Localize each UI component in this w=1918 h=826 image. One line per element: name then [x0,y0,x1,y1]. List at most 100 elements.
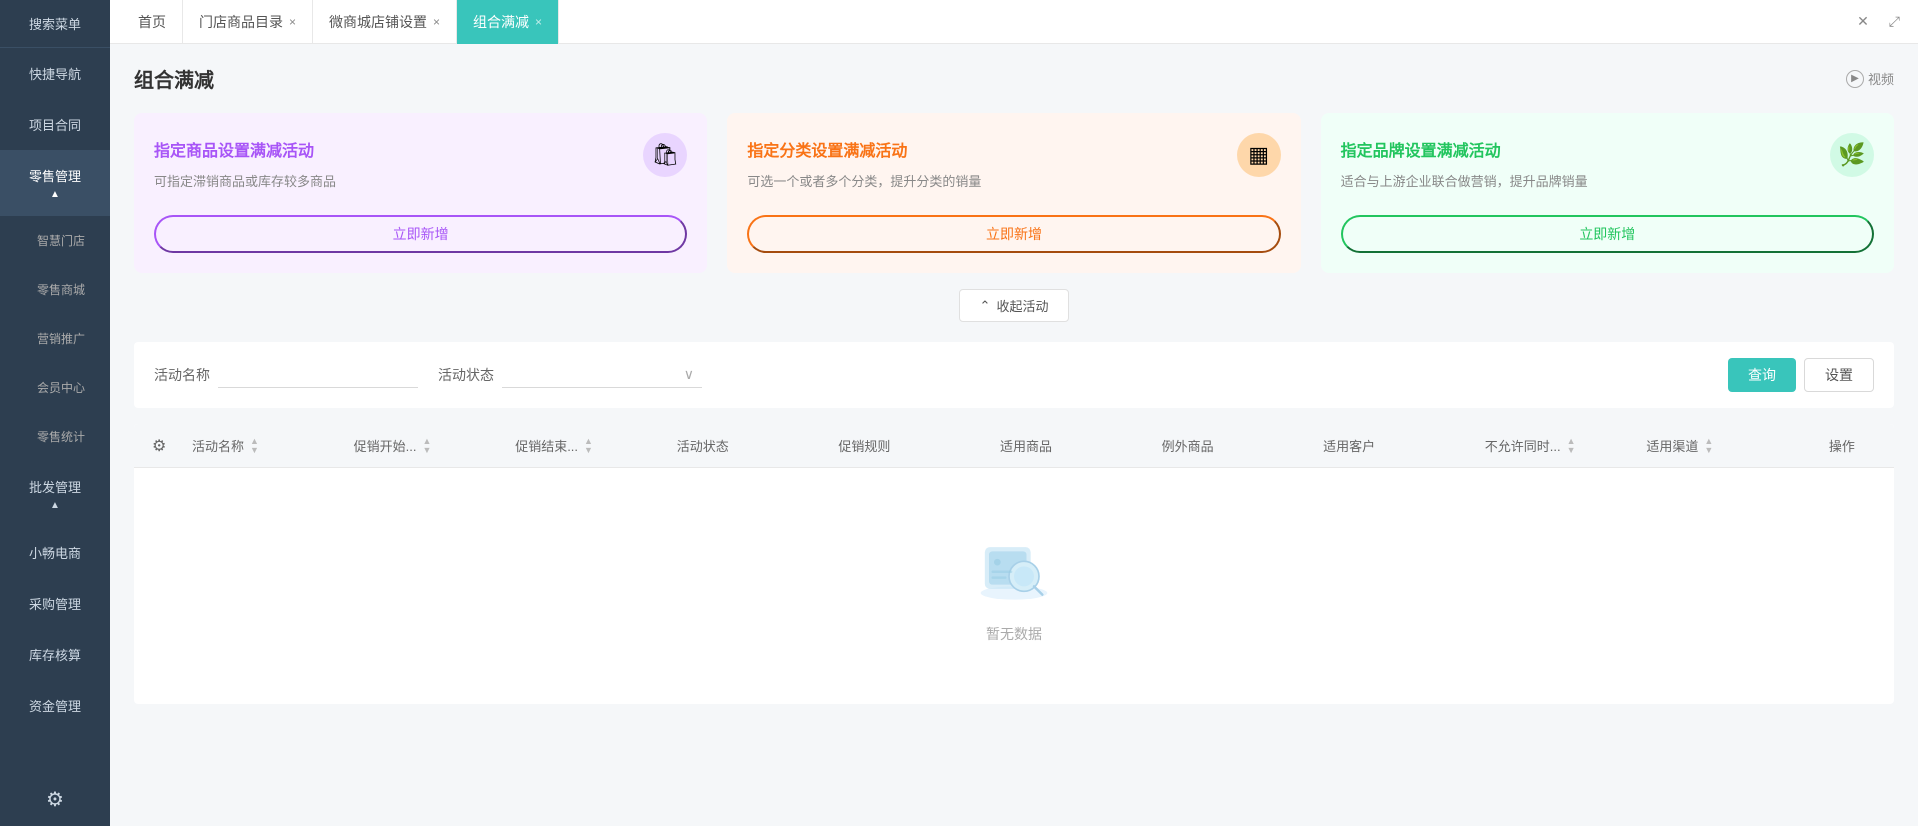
video-link[interactable]: ▶ 视频 [1846,69,1894,88]
activity-name-input[interactable] [218,363,418,388]
sidebar-item-retail-mall[interactable]: 零售商城 [0,265,110,314]
tab-close-combo-discount[interactable]: × [535,15,542,29]
page-title: 组合满减 [134,64,214,93]
card-title-product-card: 指定商品设置满减活动 [154,137,687,161]
play-icon: ▶ [1846,70,1864,88]
sidebar-item-wholesale[interactable]: 批发管理▲ [0,461,110,527]
sidebar-item-retail-stats[interactable]: 零售统计 [0,412,110,461]
sidebar-label-shortcut: 快捷导航 [29,64,81,83]
sort-icon-name: ▲▼ [250,437,259,455]
query-button[interactable]: 查询 [1728,358,1796,392]
col-label-name: 活动名称 [192,436,244,455]
window-controls: ✕ ⤢ [1851,9,1906,34]
col-label-customers: 适用客户 [1323,436,1375,455]
card-desc-product-card: 可指定滞销商品或库存较多商品 [154,171,687,199]
empty-text: 暂无数据 [986,624,1042,644]
activity-name-label: 活动名称 [154,365,210,385]
sidebar-item-inventory[interactable]: 库存核算 [0,629,110,680]
tab-label-wechat-store: 微商城店铺设置 [329,12,427,32]
sidebar-item-xiaochange[interactable]: 小畅电商 [0,527,110,578]
tab-close-store-catalog[interactable]: × [289,15,296,29]
tab-combo-discount[interactable]: 组合满减× [457,0,559,44]
collapse-label: 收起活动 [996,296,1048,315]
collapse-chevron-icon: ⌃ [980,298,991,314]
sidebar-item-project[interactable]: 项目合同 [0,99,110,150]
card-btn-brand-card[interactable]: 立即新增 [1341,215,1874,253]
card-title-brand-card: 指定品牌设置满减活动 [1341,137,1874,161]
search-menu[interactable]: 搜索菜单 [0,0,110,48]
sort-icon-channel: ▲▼ [1704,437,1713,455]
maximize-button[interactable]: ⤢ [1883,9,1906,34]
activity-status-label: 活动状态 [438,365,494,385]
tab-label-store-catalog: 门店商品目录 [199,12,283,32]
sidebar: 搜索菜单 快捷导航项目合同零售管理 ▲ 智慧门店零售商城营销推广会员中心零售统计批发… [0,0,110,826]
col-label-start: 促销开始... [354,436,417,455]
th-action: 操作 [1802,436,1882,455]
card-btn-product-card[interactable]: 立即新增 [154,215,687,253]
th-name[interactable]: 活动名称 ▲▼ [186,436,348,455]
col-label-status: 活动状态 [677,436,729,455]
empty-illustration [964,528,1064,608]
sidebar-item-retail[interactable]: 零售管理 ▲ [0,150,110,216]
card-product-card: 🛍 指定商品设置满减活动 可指定滞销商品或库存较多商品 立即新增 [134,113,707,273]
collapse-button[interactable]: ⌃ 收起活动 [959,289,1070,322]
th-exclude: 例外商品 [1156,436,1318,455]
card-brand-card: 🌿 指定品牌设置满减活动 适合与上游企业联合做营销，提升品牌销量 立即新增 [1321,113,1894,273]
col-label-channel: 适用渠道 [1646,436,1698,455]
card-desc-brand-card: 适合与上游企业联合做营销，提升品牌销量 [1341,171,1874,199]
sidebar-item-smart-store[interactable]: 智慧门店 [0,216,110,265]
tab-bar: 首页门店商品目录×微商城店铺设置×组合满减× ✕ ⤢ [110,0,1918,44]
table-header: ⚙ 活动名称 ▲▼ 促销开始... ▲▼ 促销结束... ▲▼ 活动状态 促销规则 适用商品 例外商… [134,424,1894,468]
th-start[interactable]: 促销开始... ▲▼ [348,436,510,455]
sidebar-label-smart-store: 智慧门店 [37,232,85,249]
main-area: 首页门店商品目录×微商城店铺设置×组合满减× ✕ ⤢ 组合满减 ▶ 视频 🛍 指… [110,0,1918,826]
column-settings-icon[interactable]: ⚙ [152,436,166,456]
col-label-end: 促销结束... [515,436,578,455]
card-icon-product-card: 🛍 [643,133,687,177]
sidebar-item-finance[interactable]: 资金管理 [0,680,110,731]
sidebar-item-shortcut[interactable]: 快捷导航 [0,48,110,99]
col-label-no-overlap: 不允许同时... [1485,436,1561,455]
search-menu-label: 搜索菜单 [29,17,81,32]
sidebar-label-member: 会员中心 [37,379,85,396]
th-no-overlap[interactable]: 不允许同时...▲▼ [1479,436,1641,455]
filter-row: 活动名称 活动状态 ∨ 查询 设置 [134,342,1894,408]
th-gear: ⚙ [146,436,186,456]
tab-store-catalog[interactable]: 门店商品目录 × [183,0,313,44]
tab-close-wechat-store[interactable]: × [433,15,440,29]
activity-status-select[interactable]: ∨ [502,362,702,388]
sidebar-label-purchase: 采购管理 [29,594,81,613]
sidebar-item-marketing[interactable]: 营销推广 [0,314,110,363]
col-label-rule: 促销规则 [838,436,890,455]
tab-wechat-store[interactable]: 微商城店铺设置 × [313,0,457,44]
sidebar-label-wholesale: 批发管理 [29,477,81,496]
card-icon-brand-card: 🌿 [1830,133,1874,177]
expand-arrow-icon: ▲ [50,189,60,200]
col-label-action: 操作 [1829,436,1855,455]
sidebar-item-member[interactable]: 会员中心 [0,363,110,412]
sidebar-label-retail-mall: 零售商城 [37,281,85,298]
sidebar-label-retail: 零售管理 [29,166,81,185]
page-content: 组合满减 ▶ 视频 🛍 指定商品设置满减活动 可指定滞销商品或库存较多商品 立即… [110,44,1918,826]
sidebar-item-purchase[interactable]: 采购管理 [0,578,110,629]
sidebar-settings[interactable]: ⚙ [0,773,110,826]
cards-row: 🛍 指定商品设置满减活动 可指定滞销商品或库存较多商品 立即新增 ▦ 指定分类设… [134,113,1894,273]
tab-home[interactable]: 首页 [122,0,183,44]
th-products: 适用商品 [994,436,1156,455]
chevron-down-icon: ∨ [684,366,694,383]
col-label-products: 适用商品 [1000,436,1052,455]
sidebar-label-retail-stats: 零售统计 [37,428,85,445]
filter-actions: 查询 设置 [1728,358,1874,392]
card-desc-category-card: 可选一个或者多个分类，提升分类的销量 [747,171,1280,199]
card-btn-category-card[interactable]: 立即新增 [747,215,1280,253]
sort-icon-end: ▲▼ [584,437,593,455]
filter-activity-status: 活动状态 ∨ [438,362,702,388]
filter-activity-name: 活动名称 [154,363,418,388]
th-end[interactable]: 促销结束... ▲▼ [509,436,671,455]
sort-icon-start: ▲▼ [422,437,431,455]
close-button[interactable]: ✕ [1851,9,1875,34]
sidebar-label-marketing: 营销推广 [37,330,85,347]
setting-button[interactable]: 设置 [1804,358,1874,392]
gear-icon: ⚙ [46,789,64,811]
th-channel[interactable]: 适用渠道 ▲▼ [1640,436,1802,455]
